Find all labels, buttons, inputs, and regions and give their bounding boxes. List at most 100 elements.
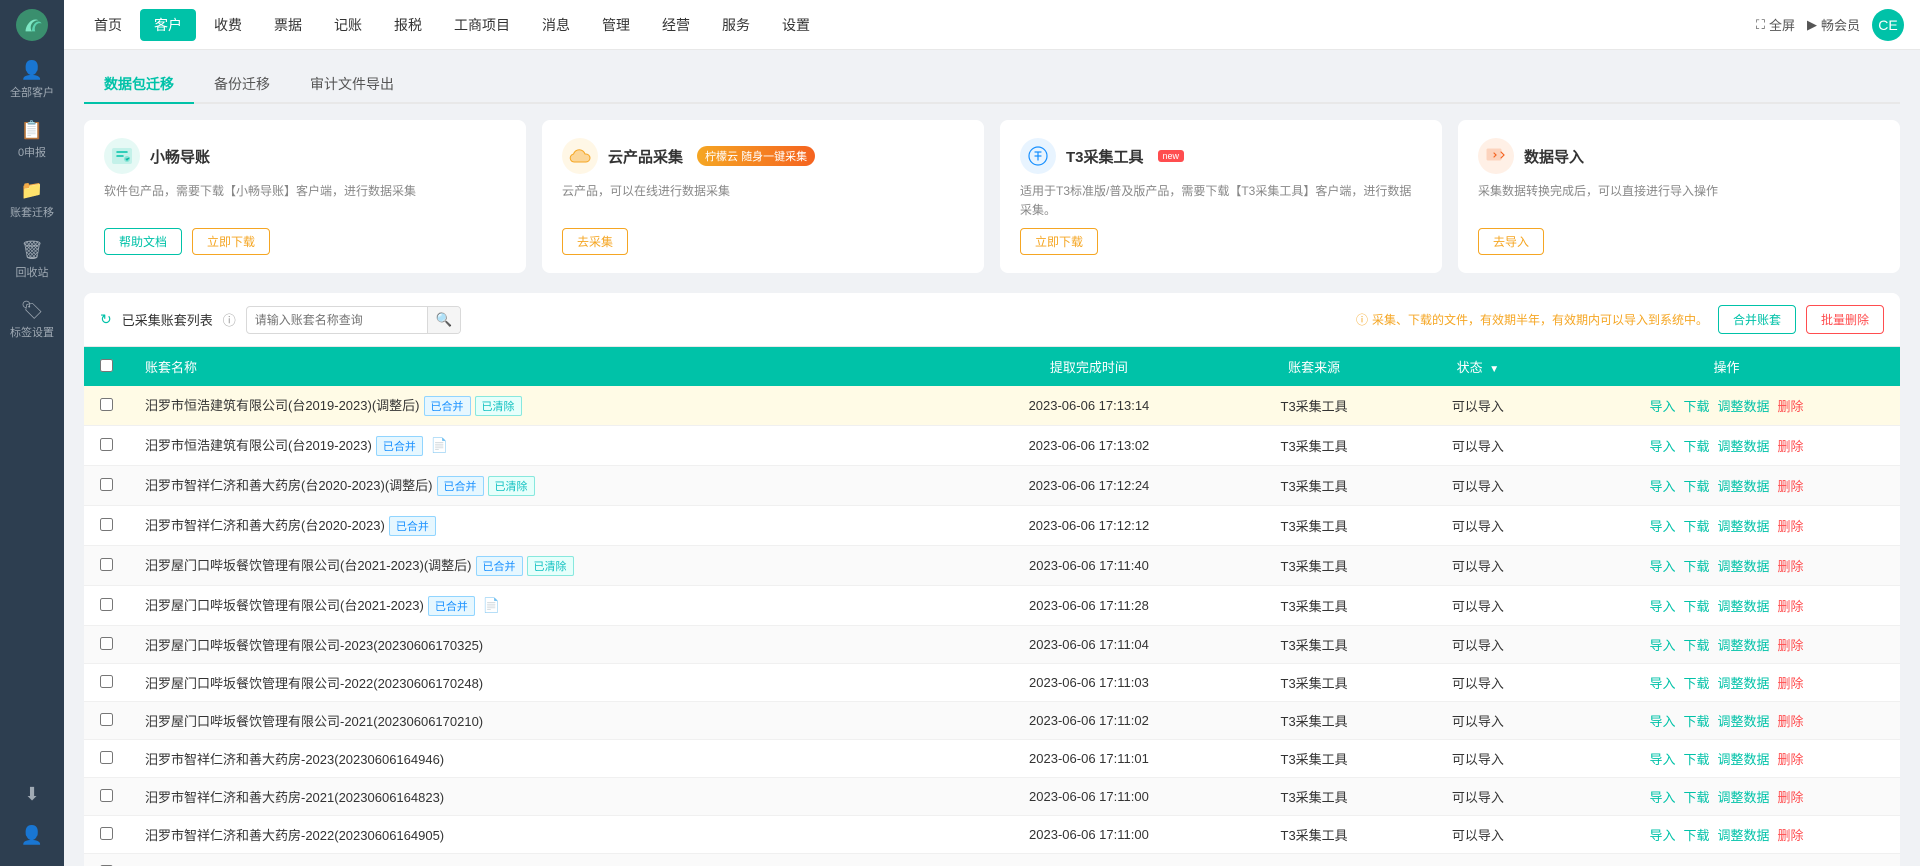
sidebar-item-recycle[interactable]: 🗑 回收站	[0, 230, 64, 290]
collect-btn[interactable]: 去采集	[562, 228, 628, 255]
download-now-btn-1[interactable]: 立即下载	[192, 228, 270, 255]
action-删除[interactable]: 删除	[1778, 559, 1804, 574]
help-doc-btn[interactable]: 帮助文档	[104, 228, 182, 255]
action-删除[interactable]: 删除	[1778, 599, 1804, 614]
file-icon[interactable]: 📄	[482, 597, 499, 613]
row-checkbox[interactable]	[100, 827, 113, 840]
action-下载[interactable]: 下载	[1683, 599, 1709, 614]
action-下载[interactable]: 下载	[1683, 479, 1709, 494]
member-btn[interactable]: ▶ 畅会员	[1807, 15, 1860, 34]
row-checkbox[interactable]	[100, 478, 113, 491]
action-调整数据[interactable]: 调整数据	[1717, 790, 1769, 805]
row-checkbox[interactable]	[100, 518, 113, 531]
nav-services[interactable]: 服务	[708, 9, 764, 41]
action-删除[interactable]: 删除	[1778, 828, 1804, 843]
action-删除[interactable]: 删除	[1778, 752, 1804, 767]
action-下载[interactable]: 下载	[1683, 714, 1709, 729]
nav-customers[interactable]: 客户	[140, 9, 196, 41]
col-status[interactable]: 状态 ▼	[1403, 347, 1553, 386]
info-icon[interactable]: ⓘ	[223, 310, 236, 329]
nav-invoices[interactable]: 票据	[260, 9, 316, 41]
nav-operations[interactable]: 经营	[648, 9, 704, 41]
app-logo[interactable]	[0, 0, 64, 50]
search-input[interactable]	[247, 313, 427, 327]
action-下载[interactable]: 下载	[1683, 638, 1709, 653]
action-导入[interactable]: 导入	[1649, 519, 1675, 534]
action-调整数据[interactable]: 调整数据	[1717, 676, 1769, 691]
action-导入[interactable]: 导入	[1649, 676, 1675, 691]
action-调整数据[interactable]: 调整数据	[1717, 752, 1769, 767]
row-checkbox[interactable]	[100, 438, 113, 451]
action-删除[interactable]: 删除	[1778, 519, 1804, 534]
action-导入[interactable]: 导入	[1649, 599, 1675, 614]
select-all-checkbox[interactable]	[100, 359, 113, 372]
action-删除[interactable]: 删除	[1778, 399, 1804, 414]
row-checkbox[interactable]	[100, 751, 113, 764]
file-icon[interactable]: 📄	[430, 437, 447, 453]
tab-data-migration[interactable]: 数据包迁移	[84, 66, 194, 104]
action-调整数据[interactable]: 调整数据	[1717, 519, 1769, 534]
nav-home[interactable]: 首页	[80, 9, 136, 41]
action-导入[interactable]: 导入	[1649, 559, 1675, 574]
tab-audit-export[interactable]: 审计文件导出	[290, 66, 414, 104]
nav-management[interactable]: 管理	[588, 9, 644, 41]
row-checkbox[interactable]	[100, 675, 113, 688]
action-删除[interactable]: 删除	[1778, 638, 1804, 653]
row-checkbox[interactable]	[100, 789, 113, 802]
nav-fees[interactable]: 收费	[200, 9, 256, 41]
sidebar-item-user[interactable]: 👤	[0, 815, 64, 856]
sidebar-item-account-migration[interactable]: 📁 账套迁移	[0, 170, 64, 230]
merge-account-btn[interactable]: 合并账套	[1718, 305, 1796, 334]
action-调整数据[interactable]: 调整数据	[1717, 714, 1769, 729]
nav-accounting[interactable]: 记账	[320, 9, 376, 41]
refresh-icon[interactable]: ↻	[100, 311, 112, 328]
action-调整数据[interactable]: 调整数据	[1717, 599, 1769, 614]
nav-business[interactable]: 工商项目	[440, 9, 524, 41]
action-删除[interactable]: 删除	[1778, 714, 1804, 729]
search-btn[interactable]: 🔍	[427, 307, 461, 333]
action-导入[interactable]: 导入	[1649, 714, 1675, 729]
action-导入[interactable]: 导入	[1649, 439, 1675, 454]
sidebar-item-download[interactable]: ⬇	[0, 774, 64, 815]
action-导入[interactable]: 导入	[1649, 790, 1675, 805]
action-调整数据[interactable]: 调整数据	[1717, 399, 1769, 414]
row-checkbox[interactable]	[100, 398, 113, 411]
action-下载[interactable]: 下载	[1683, 790, 1709, 805]
action-下载[interactable]: 下载	[1683, 676, 1709, 691]
tab-backup-migration[interactable]: 备份迁移	[194, 66, 290, 104]
download-now-btn-3[interactable]: 立即下载	[1020, 228, 1098, 255]
action-导入[interactable]: 导入	[1649, 479, 1675, 494]
action-下载[interactable]: 下载	[1683, 399, 1709, 414]
action-导入[interactable]: 导入	[1649, 752, 1675, 767]
batch-delete-btn[interactable]: 批量删除	[1806, 305, 1884, 334]
action-导入[interactable]: 导入	[1649, 638, 1675, 653]
sidebar-item-zero-report[interactable]: 📋 0申报	[0, 110, 64, 170]
sidebar-item-tag-settings[interactable]: 🏷 标签设置	[0, 290, 64, 350]
action-下载[interactable]: 下载	[1683, 752, 1709, 767]
action-删除[interactable]: 删除	[1778, 439, 1804, 454]
row-checkbox[interactable]	[100, 637, 113, 650]
row-checkbox[interactable]	[100, 558, 113, 571]
row-checkbox[interactable]	[100, 598, 113, 611]
action-下载[interactable]: 下载	[1683, 828, 1709, 843]
action-调整数据[interactable]: 调整数据	[1717, 638, 1769, 653]
action-删除[interactable]: 删除	[1778, 790, 1804, 805]
nav-settings[interactable]: 设置	[768, 9, 824, 41]
action-调整数据[interactable]: 调整数据	[1717, 828, 1769, 843]
row-checkbox[interactable]	[100, 713, 113, 726]
action-调整数据[interactable]: 调整数据	[1717, 439, 1769, 454]
action-导入[interactable]: 导入	[1649, 828, 1675, 843]
nav-tax[interactable]: 报税	[380, 9, 436, 41]
action-下载[interactable]: 下载	[1683, 519, 1709, 534]
sidebar-item-all-customers[interactable]: 👤 全部客户	[0, 50, 64, 110]
action-删除[interactable]: 删除	[1778, 479, 1804, 494]
action-调整数据[interactable]: 调整数据	[1717, 479, 1769, 494]
import-btn[interactable]: 去导入	[1478, 228, 1544, 255]
action-下载[interactable]: 下载	[1683, 559, 1709, 574]
action-调整数据[interactable]: 调整数据	[1717, 559, 1769, 574]
fullscreen-btn[interactable]: ⛶ 全屏	[1756, 15, 1795, 34]
avatar[interactable]: CE	[1872, 9, 1904, 41]
nav-messages[interactable]: 消息	[528, 9, 584, 41]
action-下载[interactable]: 下载	[1683, 439, 1709, 454]
action-导入[interactable]: 导入	[1649, 399, 1675, 414]
